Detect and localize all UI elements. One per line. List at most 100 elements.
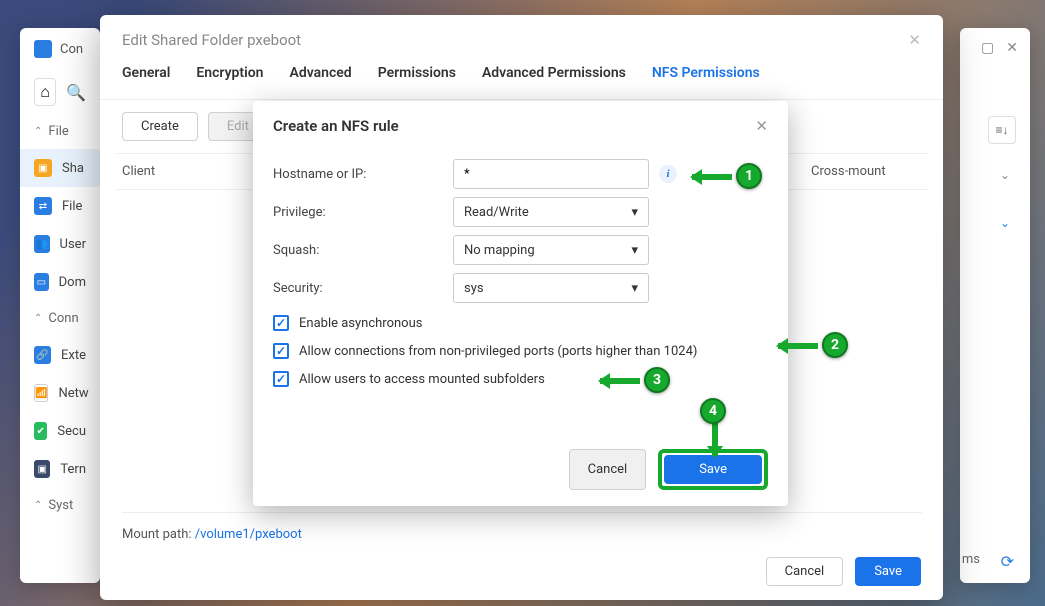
window-controls: ▢ ✕ [960,28,1030,68]
security-label: Security: [273,281,453,296]
col-crossmount[interactable]: Cross-mount [811,164,921,179]
folder-icon: ▣ [34,159,52,177]
async-checkbox-row[interactable]: Enable asynchronous [273,315,768,331]
sidebar-item-network[interactable]: 📶 Netw [20,374,100,412]
sort-icon: ≡↓ [995,123,1008,137]
cancel-button[interactable]: Cancel [766,557,844,586]
sidebar-item-label: Exte [61,348,86,363]
annotation-badge-4: 4 [700,398,726,424]
annotation-arrow-4 [712,422,718,456]
sidebar-item-label: User [60,237,86,252]
terminal-icon: ▣ [34,460,50,478]
annotation-arrow-3 [600,378,640,384]
link-icon: 🔗 [34,346,51,364]
annotation-arrow-1 [692,174,732,180]
squash-select[interactable]: No mapping▾ [453,235,649,265]
annotation-badge-3: 3 [644,367,670,393]
sidebar-item-label: Tern [60,462,86,477]
close-icon[interactable]: ✕ [1006,40,1018,56]
refresh-icon[interactable]: ⟳ [1001,552,1014,571]
sidebar-item-security[interactable]: ✔ Secu [20,412,100,450]
annotation-arrow-2 [778,343,818,349]
create-button[interactable]: Create [122,112,198,141]
chevron-down-icon[interactable]: ⌄ [1000,216,1010,230]
network-icon: 📶 [34,384,48,402]
subfolders-checkbox-row[interactable]: Allow users to access mounted subfolders [273,371,768,387]
chevron-up-icon: ⌃ [34,500,42,511]
sidebar-item-fileservices[interactable]: ⇄ File [20,187,100,225]
save-button[interactable]: Save [855,557,921,586]
sidebar-item-label: Dom [59,275,86,290]
security-select[interactable]: sys ▾ [453,273,649,303]
maximize-icon[interactable]: ▢ [981,40,994,56]
chevron-down-icon[interactable]: ⌄ [1000,168,1010,182]
file-icon: ⇄ [34,197,52,215]
checkbox-label: Allow connections from non-privileged po… [299,344,697,359]
sidebar-item-external[interactable]: 🔗 Exte [20,336,100,374]
sidebar-section-connectivity[interactable]: ⌃ Conn [20,301,100,336]
tab-permissions[interactable]: Permissions [378,65,456,87]
mount-path-row: Mount path: /volume1/pxeboot [122,512,922,542]
sidebar-item-label: Netw [58,386,88,401]
sidebar-section-system[interactable]: ⌃ Syst [20,488,100,523]
checkbox-label: Allow users to access mounted subfolders [299,372,545,387]
sidebar-item-user[interactable]: 👥 User [20,225,100,263]
sidebar: ⌃File ▣Sha ⇄File 👥User ▭Dom ⌃Conn 🔗Exte … [20,114,100,523]
domain-icon: ▭ [34,273,49,291]
annotation-badge-1: 1 [736,163,762,189]
chevron-down-icon: ▾ [631,281,638,296]
squash-label: Squash: [273,243,453,258]
sidebar-section-label: Conn [48,311,78,326]
modal-footer: Cancel Save [569,449,768,490]
ms-label: ms [962,552,980,567]
privilege-select[interactable]: Read/Write ▾ [453,197,649,227]
select-value: sys [464,281,484,296]
control-panel-title-text: Con [60,42,83,57]
mount-path-label: Mount path: [122,527,195,542]
close-icon[interactable]: ✕ [908,31,921,49]
close-icon[interactable]: ✕ [755,117,768,135]
sidebar-section-label: Syst [48,498,73,513]
control-panel-icon [34,40,52,58]
checkbox-icon[interactable] [273,371,289,387]
checkbox-label: Enable asynchronous [299,316,422,331]
tab-advanced-permissions[interactable]: Advanced Permissions [482,65,626,87]
checkbox-icon[interactable] [273,343,289,359]
nfs-rule-form: Hostname or IP: i Privilege: Read/Write▾… [253,145,788,405]
modal-footer: Cancel Save [766,557,921,586]
user-icon: 👥 [34,235,50,253]
tab-nfs-permissions[interactable]: NFS Permissions [652,65,760,87]
sidebar-section-file[interactable]: ⌃File [20,114,100,149]
control-panel-window: Con ⌂ 🔍 ⌃File ▣ Sha ⇄ File 👥 User ▭ Dom ⌃ Con… [20,28,100,583]
info-icon[interactable]: i [659,165,677,183]
modal-title: Create an NFS rule [273,117,399,135]
nonpriv-checkbox-row[interactable]: Allow connections from non-privileged po… [273,343,768,359]
checkbox-icon[interactable] [273,315,289,331]
home-search-row: ⌂ 🔍 [20,70,100,114]
sort-button[interactable]: ≡↓ [988,116,1016,144]
control-panel-title: Con [20,28,100,70]
chevron-up-icon: ⌃ [34,313,42,324]
shield-icon: ✔ [34,422,47,440]
chevron-down-icon: ▾ [631,205,638,220]
sidebar-item-label: Secu [57,424,86,439]
search-icon[interactable]: 🔍 [66,78,86,106]
sidebar-item-terminal[interactable]: ▣ Tern [20,450,100,488]
hostname-label: Hostname or IP: [273,167,453,182]
sidebar-item-domain[interactable]: ▭ Dom [20,263,100,301]
mount-path-link[interactable]: /volume1/pxeboot [195,527,302,542]
tab-general[interactable]: General [122,65,170,87]
cancel-button[interactable]: Cancel [569,449,647,490]
task-status-col: ⌄ ⌄ [1000,168,1010,230]
tab-encryption[interactable]: Encryption [196,65,263,87]
home-icon[interactable]: ⌂ [34,78,56,106]
sidebar-item-label: File [62,199,82,214]
tab-advanced[interactable]: Advanced [289,65,351,87]
select-value: Read/Write [464,205,529,220]
background-right-window: ▢ ✕ ≡↓ ⌄ ⌄ ms ⟳ [960,28,1030,583]
sidebar-item-shared[interactable]: ▣ Sha [20,149,100,187]
select-value: No mapping [464,243,535,258]
hostname-input[interactable] [453,159,649,189]
sidebar-item-label: Sha [62,161,84,176]
annotation-badge-2: 2 [822,332,848,358]
